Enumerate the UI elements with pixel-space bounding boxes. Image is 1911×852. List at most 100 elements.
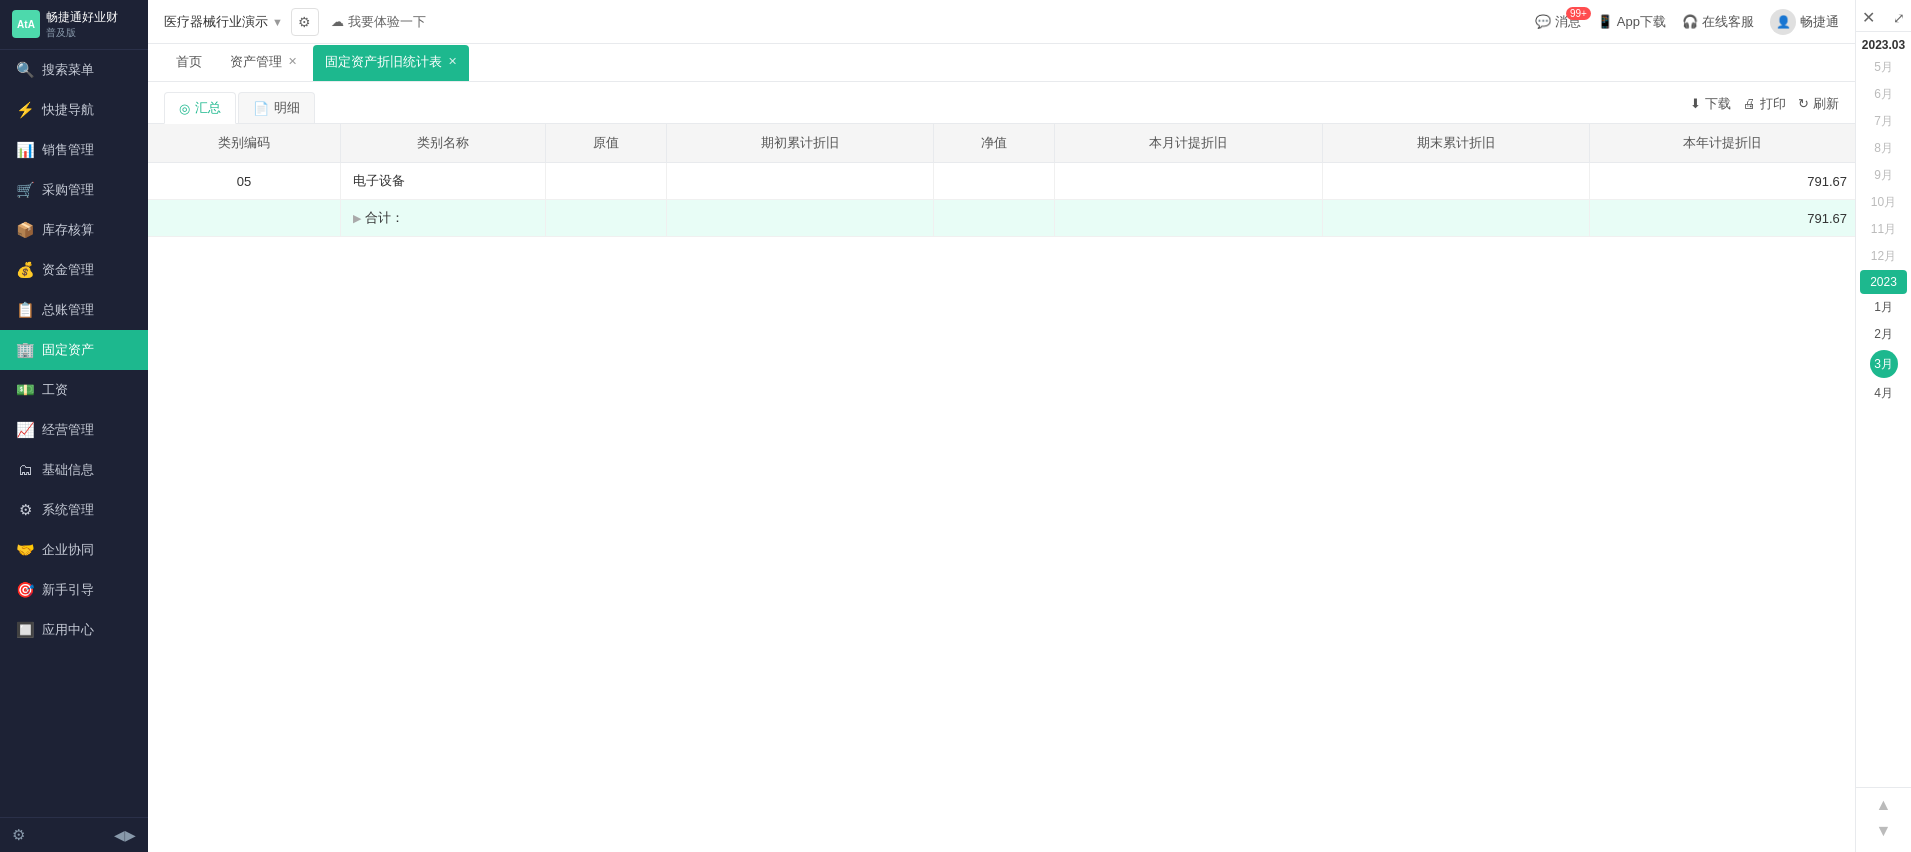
sidebar-item-collab[interactable]: 🤝 企业协同 bbox=[0, 530, 148, 570]
settings-bottom-icon[interactable]: ⚙ bbox=[12, 826, 25, 844]
apps-icon: 🔲 bbox=[16, 621, 34, 639]
panel-month-5[interactable]: 5月 bbox=[1856, 54, 1911, 81]
sidebar-item-inventory[interactable]: 📦 库存核算 bbox=[0, 210, 148, 250]
company-selector[interactable]: 医疗器械行业演示 ▼ bbox=[164, 13, 283, 31]
cell-code: 05 bbox=[148, 163, 341, 200]
messages-button[interactable]: 💬 消息 99+ bbox=[1535, 13, 1581, 31]
collab-icon: 🤝 bbox=[16, 541, 34, 559]
tab-asset-mgmt-close-icon[interactable]: ✕ bbox=[288, 55, 297, 68]
cell-period-begin bbox=[667, 163, 934, 200]
sidebar-item-basic[interactable]: 🗂 基础信息 bbox=[0, 450, 148, 490]
tab-depreciation[interactable]: 固定资产折旧统计表 ✕ bbox=[313, 45, 469, 81]
tab-home-label: 首页 bbox=[176, 53, 202, 71]
sidebar-item-label-operations: 经营管理 bbox=[42, 421, 94, 439]
col-original: 原值 bbox=[546, 124, 667, 163]
cell-year-depr: 791.67 bbox=[1589, 163, 1855, 200]
depreciation-table: 类别编码 类别名称 原值 期初累计折旧 净值 本月计提折旧 期末累计折旧 本年计… bbox=[148, 124, 1855, 237]
tab-home[interactable]: 首页 bbox=[164, 45, 214, 81]
sub-tab-detail-label: 明细 bbox=[274, 99, 300, 117]
panel-close-icon[interactable]: ✕ bbox=[1862, 8, 1875, 27]
summary-icon: ◎ bbox=[179, 101, 190, 116]
sub-tab-summary[interactable]: ◎ 汇总 bbox=[164, 92, 236, 124]
main-area: 医疗器械行业演示 ▼ ⚙ ☁ 我要体验一下 💬 消息 99+ 📱 App下载 🎧… bbox=[148, 0, 1855, 852]
sidebar-item-system[interactable]: ⚙ 系统管理 bbox=[0, 490, 148, 530]
panel-year-2023[interactable]: 2023 bbox=[1860, 270, 1907, 294]
panel-month-11[interactable]: 11月 bbox=[1856, 216, 1911, 243]
sidebar-item-quicknav[interactable]: ⚡ 快捷导航 bbox=[0, 90, 148, 130]
sidebar-item-sales[interactable]: 📊 销售管理 bbox=[0, 130, 148, 170]
sales-icon: 📊 bbox=[16, 141, 34, 159]
topbar-settings-button[interactable]: ⚙ bbox=[291, 8, 319, 36]
panel-month-2023-1[interactable]: 1月 bbox=[1856, 294, 1911, 321]
service-icon: 🎧 bbox=[1682, 14, 1698, 29]
sub-tab-detail[interactable]: 📄 明细 bbox=[238, 92, 315, 123]
download-button[interactable]: ⬇ 下载 bbox=[1690, 95, 1731, 113]
tab-depreciation-label: 固定资产折旧统计表 bbox=[325, 53, 442, 71]
table-area: 类别编码 类别名称 原值 期初累计折旧 净值 本月计提折旧 期末累计折旧 本年计… bbox=[148, 124, 1855, 852]
panel-month-2023-4[interactable]: 4月 bbox=[1856, 380, 1911, 407]
sidebar-item-purchase[interactable]: 🛒 采购管理 bbox=[0, 170, 148, 210]
funds-icon: 💰 bbox=[16, 261, 34, 279]
print-button[interactable]: 🖨 打印 bbox=[1743, 95, 1786, 113]
refresh-button[interactable]: ↻ 刷新 bbox=[1798, 95, 1839, 113]
online-service-button[interactable]: 🎧 在线客服 bbox=[1682, 13, 1754, 31]
quicknav-icon: ⚡ bbox=[16, 101, 34, 119]
sub-tab-summary-label: 汇总 bbox=[195, 99, 221, 117]
sidebar-item-salary[interactable]: 💵 工资 bbox=[0, 370, 148, 410]
app-download-button[interactable]: 📱 App下载 bbox=[1597, 13, 1666, 31]
sidebar-item-apps[interactable]: 🔲 应用中心 bbox=[0, 610, 148, 650]
sidebar-item-label-salary: 工资 bbox=[42, 381, 68, 399]
sidebar-item-operations[interactable]: 📈 经营管理 bbox=[0, 410, 148, 450]
download-label: 下载 bbox=[1705, 95, 1731, 113]
content-area: ◎ 汇总 📄 明细 ⬇ 下载 🖨 打印 ↻ 刷新 bbox=[148, 82, 1855, 852]
panel-month-6[interactable]: 6月 bbox=[1856, 81, 1911, 108]
app-download-label: App下载 bbox=[1617, 13, 1666, 31]
panel-month-2023-2[interactable]: 2月 bbox=[1856, 321, 1911, 348]
user-name: 畅捷通 bbox=[1800, 13, 1839, 31]
sidebar-item-fixed[interactable]: 🏢 固定资产 bbox=[0, 330, 148, 370]
tab-depreciation-close-icon[interactable]: ✕ bbox=[448, 55, 457, 68]
gear-icon: ⚙ bbox=[298, 14, 311, 30]
experience-button[interactable]: ☁ 我要体验一下 bbox=[331, 13, 426, 31]
collapse-button[interactable]: ◀▶ bbox=[114, 827, 136, 843]
fixed-icon: 🏢 bbox=[16, 341, 34, 359]
cell-name: 电子设备 bbox=[341, 163, 546, 200]
panel-month-10[interactable]: 10月 bbox=[1856, 189, 1911, 216]
company-chevron-icon: ▼ bbox=[272, 16, 283, 28]
user-menu-button[interactable]: 👤 畅捷通 bbox=[1770, 9, 1839, 35]
message-icon: 💬 bbox=[1535, 14, 1551, 29]
panel-month-12[interactable]: 12月 bbox=[1856, 243, 1911, 270]
panel-expand-icon[interactable]: ⤢ bbox=[1893, 10, 1905, 26]
guide-icon: 🎯 bbox=[16, 581, 34, 599]
system-icon: ⚙ bbox=[16, 501, 34, 519]
refresh-icon: ↻ bbox=[1798, 96, 1809, 111]
sidebar-item-funds[interactable]: 💰 资金管理 bbox=[0, 250, 148, 290]
operations-icon: 📈 bbox=[16, 421, 34, 439]
search-icon: 🔍 bbox=[16, 61, 34, 79]
col-net-value: 净值 bbox=[934, 124, 1055, 163]
sidebar-item-label-quicknav: 快捷导航 bbox=[42, 101, 94, 119]
sidebar-item-search[interactable]: 🔍 搜索菜单 bbox=[0, 50, 148, 90]
refresh-label: 刷新 bbox=[1813, 95, 1839, 113]
panel-scroll: 5月 6月 7月 8月 9月 10月 11月 12月 2023 1月 2月 3月… bbox=[1856, 54, 1911, 787]
detail-doc-icon: 📄 bbox=[253, 101, 269, 116]
cell-total-code bbox=[148, 200, 341, 237]
sidebar-nav: 🔍 搜索菜单 ⚡ 快捷导航 📊 销售管理 🛒 采购管理 📦 库存核算 💰 资金管… bbox=[0, 50, 148, 817]
cloud-icon: ☁ bbox=[331, 14, 344, 29]
panel-month-8[interactable]: 8月 bbox=[1856, 135, 1911, 162]
panel-down-icon[interactable]: ▼ bbox=[1876, 822, 1892, 840]
panel-month-9[interactable]: 9月 bbox=[1856, 162, 1911, 189]
tabs-bar: 首页 资产管理 ✕ 固定资产折旧统计表 ✕ bbox=[148, 44, 1855, 82]
sidebar-item-guide[interactable]: 🎯 新手引导 bbox=[0, 570, 148, 610]
sidebar-item-ledger[interactable]: 📋 总账管理 bbox=[0, 290, 148, 330]
cell-total-year-depr: 791.67 bbox=[1589, 200, 1855, 237]
panel-month-7[interactable]: 7月 bbox=[1856, 108, 1911, 135]
tab-asset-mgmt[interactable]: 资产管理 ✕ bbox=[218, 45, 309, 81]
print-icon: 🖨 bbox=[1743, 96, 1756, 111]
col-period-begin: 期初累计折旧 bbox=[667, 124, 934, 163]
print-label: 打印 bbox=[1760, 95, 1786, 113]
panel-month-2023-3[interactable]: 3月 bbox=[1870, 350, 1898, 378]
purchase-icon: 🛒 bbox=[16, 181, 34, 199]
sidebar-item-label-basic: 基础信息 bbox=[42, 461, 94, 479]
panel-up-icon[interactable]: ▲ bbox=[1876, 796, 1892, 814]
